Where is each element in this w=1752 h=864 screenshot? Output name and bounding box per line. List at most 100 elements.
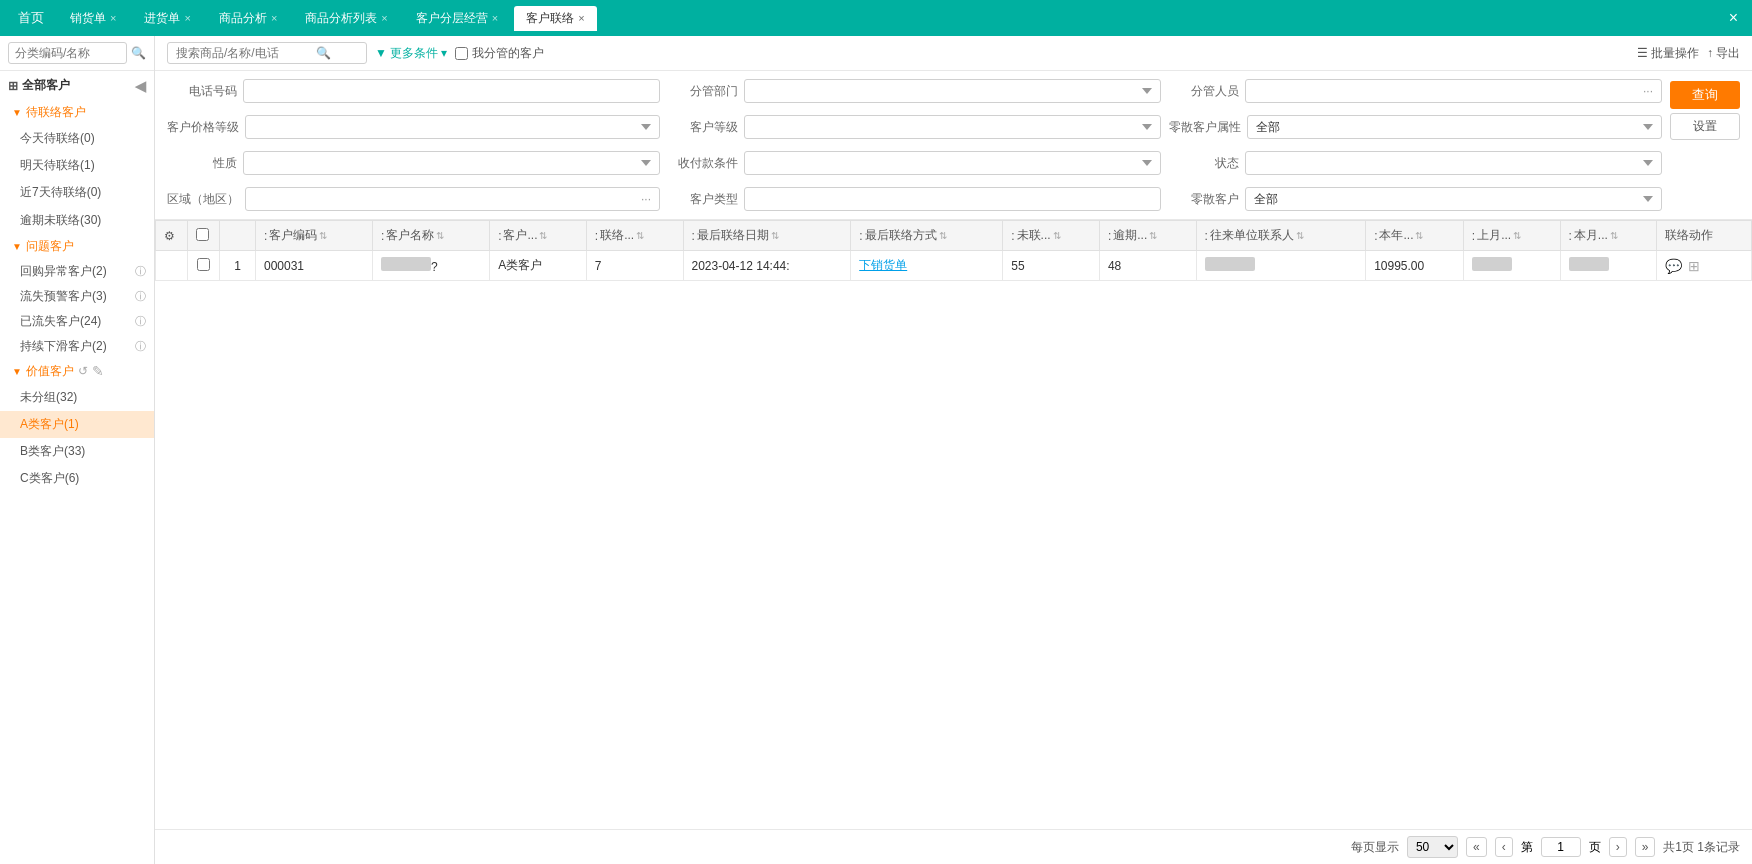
- edit-icon[interactable]: ✎: [92, 363, 104, 379]
- filter-more-btn[interactable]: ▼ 更多条件 ▾: [375, 45, 447, 62]
- row-select-checkbox[interactable]: [197, 258, 210, 271]
- filter-row-4: 区域（地区） ··· 客户类型 零散客户: [167, 187, 1662, 211]
- sidebar-group-problem[interactable]: ▼ 问题客户: [0, 234, 154, 259]
- filter-phone-input[interactable]: [243, 79, 660, 103]
- sidebar-search-icon[interactable]: 🔍: [131, 46, 146, 60]
- nav-tab-customer-contact[interactable]: 客户联络 ×: [514, 6, 596, 31]
- col-name-header[interactable]: : 客户名称 ⇅: [373, 221, 490, 251]
- next-page-btn[interactable]: ›: [1609, 837, 1627, 857]
- nav-tab-sales[interactable]: 销货单 ×: [58, 6, 128, 31]
- select-all-checkbox[interactable]: [196, 228, 209, 241]
- close-all-btn[interactable]: ×: [1723, 7, 1744, 29]
- filter-type-input[interactable]: [744, 187, 1161, 211]
- filter-payment-select[interactable]: [744, 151, 1161, 175]
- page-size-select[interactable]: 50 20 100: [1407, 836, 1458, 858]
- col-uncontacted-header[interactable]: : 未联... ⇅: [1003, 221, 1100, 251]
- sidebar-group-value[interactable]: ▼ 价值客户 ↺ ✎: [0, 359, 154, 384]
- sidebar-group-pending[interactable]: ▼ 待联络客户: [0, 100, 154, 125]
- close-tab-analysis-list[interactable]: ×: [381, 12, 387, 24]
- close-tab-customer-contact[interactable]: ×: [578, 12, 584, 24]
- sidebar-search-input[interactable]: [8, 42, 127, 64]
- prev-page-btn[interactable]: ‹: [1495, 837, 1513, 857]
- sidebar-item-c-class[interactable]: C类客户(6): [0, 465, 154, 492]
- nav-tab-customer-segment[interactable]: 客户分层经营 ×: [404, 6, 510, 31]
- filter-nature-select[interactable]: [243, 151, 660, 175]
- export-btn[interactable]: ↑ 导出: [1707, 45, 1740, 62]
- page-input[interactable]: [1541, 837, 1581, 857]
- search-button[interactable]: 🔍: [316, 46, 331, 60]
- bulk-op-btn[interactable]: ☰ 批量操作: [1637, 45, 1699, 62]
- sidebar-item-tomorrow[interactable]: 明天待联络(1): [0, 152, 154, 179]
- close-tab-purchase[interactable]: ×: [184, 12, 190, 24]
- filter-manager-btn[interactable]: ···: [1245, 79, 1662, 103]
- refresh-icon[interactable]: ↺: [78, 364, 88, 378]
- query-button[interactable]: 查询: [1670, 81, 1740, 109]
- row-last-method[interactable]: 下销货单: [851, 251, 1003, 281]
- my-customers-label[interactable]: 我分管的客户: [455, 45, 544, 62]
- filter-row-3: 性质 收付款条件 状态: [167, 151, 1662, 175]
- row-checkbox[interactable]: [188, 251, 220, 281]
- filter-scatter-select[interactable]: 全部: [1247, 115, 1662, 139]
- col-last-method-header[interactable]: : 最后联络方式 ⇅: [851, 221, 1003, 251]
- first-page-btn[interactable]: «: [1466, 837, 1487, 857]
- filter-status-select[interactable]: [1245, 151, 1662, 175]
- filter-level-select[interactable]: [744, 115, 1161, 139]
- col-level-header[interactable]: : 客户... ⇅: [490, 221, 587, 251]
- sidebar-collapse-btn[interactable]: ◀: [135, 78, 146, 94]
- col-overdue-header[interactable]: : 逾期... ⇅: [1099, 221, 1196, 251]
- close-tab-customer-segment[interactable]: ×: [492, 12, 498, 24]
- col-this-month-header[interactable]: : 本月... ⇅: [1560, 221, 1657, 251]
- arrow-icon-3: ▼: [12, 366, 22, 377]
- sidebar-item-overdue[interactable]: 逾期未联络(30): [0, 207, 154, 234]
- toolbar: 🔍 ▼ 更多条件 ▾ 我分管的客户 ☰ 批量操作 ↑ 导出: [155, 36, 1752, 71]
- col-last-month-header[interactable]: : 上月... ⇅: [1463, 221, 1560, 251]
- row-this-month: [1560, 251, 1657, 281]
- action-qr-icon[interactable]: ⊞: [1688, 258, 1700, 274]
- col-this-year-header[interactable]: : 本年... ⇅: [1366, 221, 1464, 251]
- filter-region-label: 区域（地区）: [167, 191, 239, 208]
- settings-button[interactable]: 设置: [1670, 113, 1740, 140]
- sidebar-item-abnormal[interactable]: 回购异常客户(2) ⓘ: [0, 259, 154, 284]
- filter-dept-select[interactable]: [744, 79, 1161, 103]
- filter-scatter-attr: 零散客户属性 全部: [1169, 115, 1662, 139]
- col-prev-contact-header[interactable]: : 往来单位联系人 ⇅: [1196, 221, 1366, 251]
- last-page-btn[interactable]: »: [1635, 837, 1656, 857]
- data-table: ⚙ : 客户编码 ⇅ : 客户名称 ⇅ : 客户... ⇅ : 联络... ⇅ …: [155, 220, 1752, 281]
- all-customers-header[interactable]: ⊞ 全部客户 ◀: [0, 71, 154, 100]
- col-checkbox-header[interactable]: [188, 221, 220, 251]
- info-icon-1: ⓘ: [135, 264, 146, 279]
- nav-home[interactable]: 首页: [8, 5, 54, 31]
- close-tab-sales[interactable]: ×: [110, 12, 116, 24]
- filter-nature-label: 性质: [167, 155, 237, 172]
- sidebar-item-today[interactable]: 今天待联络(0): [0, 125, 154, 152]
- filter-level-label: 客户等级: [668, 119, 738, 136]
- bulk-op-icon: ☰: [1637, 46, 1648, 60]
- row-action: 💬 ⊞: [1657, 251, 1752, 281]
- sidebar-item-churned[interactable]: 已流失客户(24) ⓘ: [0, 309, 154, 334]
- action-chat-icon[interactable]: 💬: [1665, 258, 1682, 274]
- sidebar-item-churn-warn[interactable]: 流失预警客户(3) ⓘ: [0, 284, 154, 309]
- filter-phone: 电话号码: [167, 79, 660, 103]
- sidebar-item-declining[interactable]: 持续下滑客户(2) ⓘ: [0, 334, 154, 359]
- search-input[interactable]: [176, 46, 316, 60]
- col-settings[interactable]: ⚙: [156, 221, 188, 251]
- filter-scatter-cust-select[interactable]: 全部: [1245, 187, 1662, 211]
- filter-price-select[interactable]: [245, 115, 660, 139]
- sidebar-item-ungrouped[interactable]: 未分组(32): [0, 384, 154, 411]
- col-code-header[interactable]: : 客户编码 ⇅: [256, 221, 373, 251]
- sidebar-item-b-class[interactable]: B类客户(33): [0, 438, 154, 465]
- col-contact-header[interactable]: : 联络... ⇅: [586, 221, 683, 251]
- sidebar-item-a-class[interactable]: A类客户(1): [0, 411, 154, 438]
- filter-region-btn[interactable]: ···: [245, 187, 660, 211]
- nav-tab-analysis-list[interactable]: 商品分析列表 ×: [293, 6, 399, 31]
- nav-tab-purchase[interactable]: 进货单 ×: [132, 6, 202, 31]
- grid-icon: ⊞: [8, 79, 18, 93]
- filter-scatter-cust-label: 零散客户: [1169, 191, 1239, 208]
- total-info: 共1页 1条记录: [1663, 839, 1740, 856]
- close-tab-analysis[interactable]: ×: [271, 12, 277, 24]
- nav-tab-analysis[interactable]: 商品分析 ×: [207, 6, 289, 31]
- filter-scatter-label: 零散客户属性: [1169, 119, 1241, 136]
- col-last-date-header[interactable]: : 最后联络日期 ⇅: [683, 221, 851, 251]
- my-customers-checkbox[interactable]: [455, 47, 468, 60]
- sidebar-item-7days[interactable]: 近7天待联络(0): [0, 179, 154, 206]
